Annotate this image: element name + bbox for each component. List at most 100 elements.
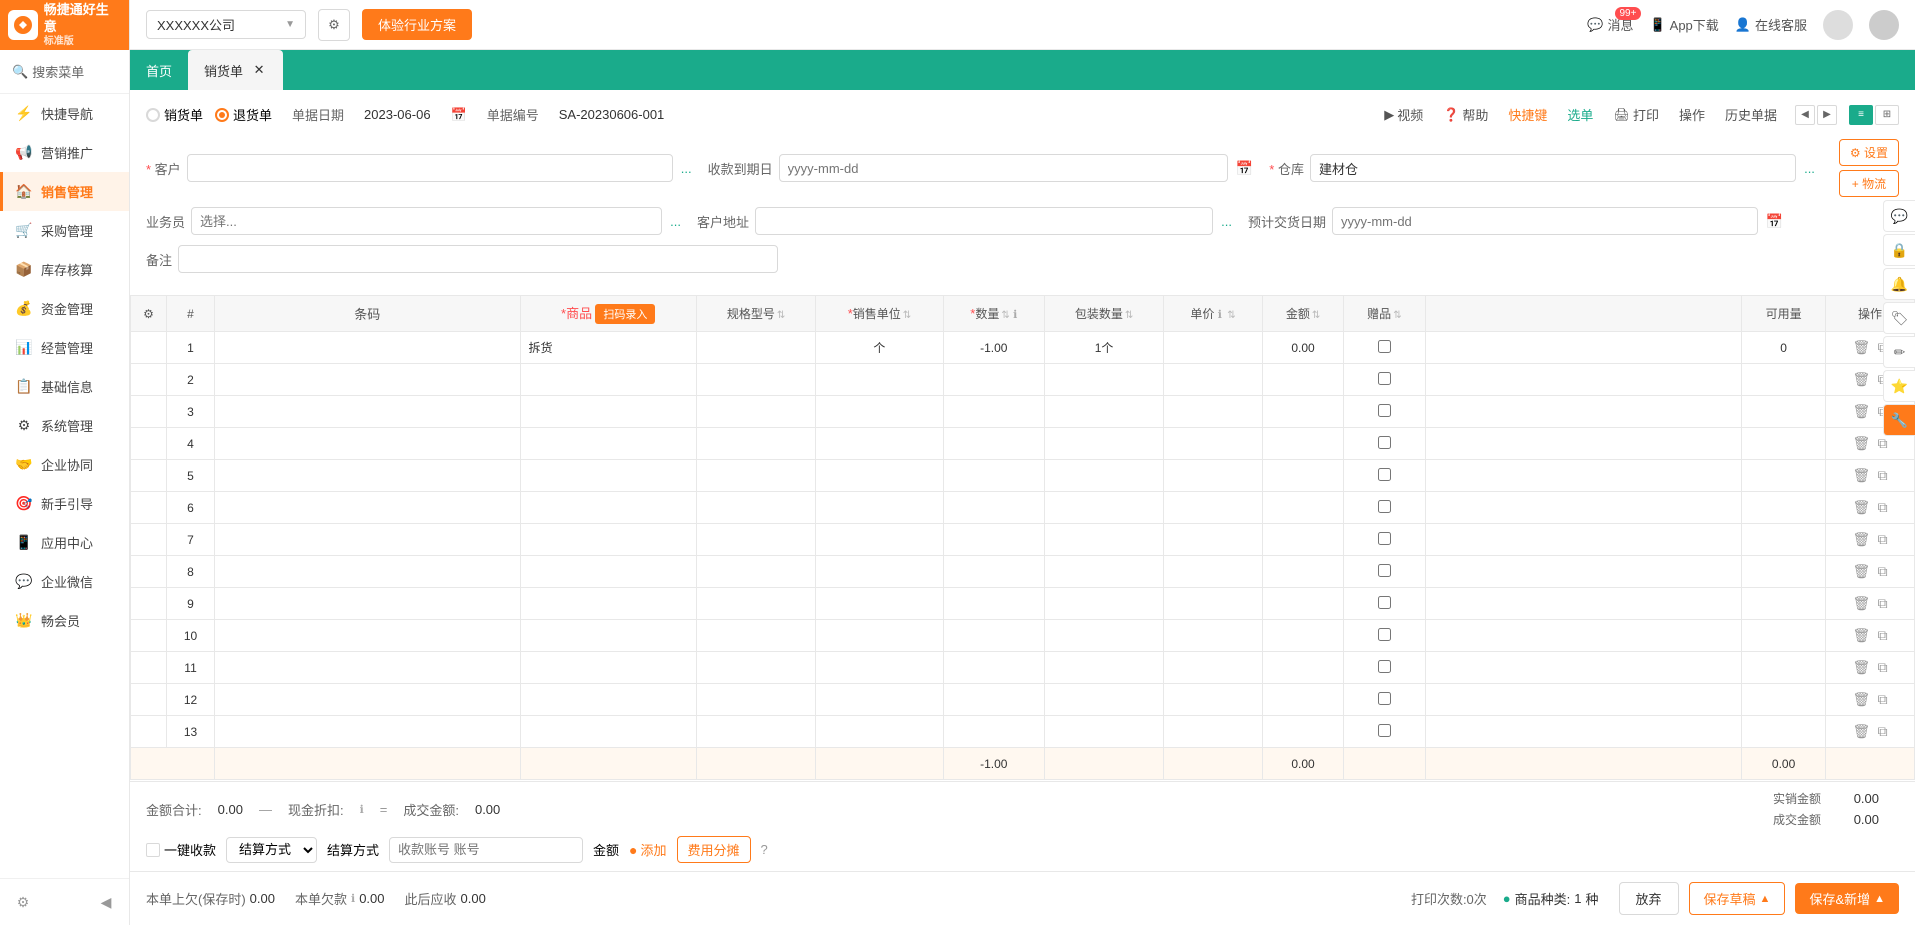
row-gift[interactable]	[1344, 460, 1425, 492]
customer-expand-icon[interactable]: ...	[681, 161, 692, 176]
sidebar-item-operations[interactable]: 📊 经营管理	[0, 328, 129, 367]
cal-icon1[interactable]: 📅	[451, 107, 467, 123]
row-spec[interactable]	[696, 524, 815, 556]
row-delete-btn[interactable]: 🗑	[1852, 659, 1870, 675]
row-copy-btn[interactable]: ⧉	[1878, 531, 1888, 547]
row-barcode[interactable]	[215, 524, 521, 556]
one-click-payment[interactable]: 一键收款	[146, 840, 216, 859]
sidebar-item-guide[interactable]: 🎯 新手引导	[0, 484, 129, 523]
operations-btn[interactable]: 操作	[1673, 102, 1711, 127]
float-btn-star[interactable]: ⭐	[1883, 370, 1915, 402]
print-btn[interactable]: 🖨 打印	[1607, 102, 1665, 127]
row-gift[interactable]	[1344, 716, 1425, 748]
abandon-button[interactable]: 放弃	[1619, 882, 1679, 915]
row-gift[interactable]	[1344, 492, 1425, 524]
app-download-btn[interactable]: 📱 App下载	[1649, 15, 1718, 34]
list-view-btn[interactable]: ≡	[1849, 105, 1873, 125]
radio-return-order[interactable]: 退货单	[215, 105, 272, 124]
settings-btn[interactable]: ⚙	[318, 9, 350, 41]
row-qty[interactable]	[943, 428, 1044, 460]
row-spec[interactable]	[696, 460, 815, 492]
float-btn-notify[interactable]: 🔔	[1883, 268, 1915, 300]
warehouse-expand-icon[interactable]: ...	[1804, 161, 1815, 176]
row-barcode[interactable]	[215, 492, 521, 524]
row-copy-btn[interactable]: ⧉	[1878, 627, 1888, 643]
due-date-input[interactable]	[779, 154, 1228, 182]
payment-method-select[interactable]: 结算方式	[226, 837, 317, 863]
row-product[interactable]	[520, 460, 696, 492]
float-btn-edit[interactable]: ✏	[1883, 336, 1915, 368]
row-qty[interactable]	[943, 364, 1044, 396]
row-gift[interactable]	[1344, 332, 1425, 364]
help-btn[interactable]: ❓ 帮助	[1437, 102, 1494, 127]
row-gift[interactable]	[1344, 428, 1425, 460]
collapse-btn[interactable]: ◀	[91, 887, 121, 917]
row-product[interactable]: 拆货	[520, 332, 696, 364]
row-qty[interactable]	[943, 396, 1044, 428]
salesman-expand-icon[interactable]: ...	[670, 214, 681, 229]
row-barcode[interactable]	[215, 556, 521, 588]
row-product[interactable]	[520, 620, 696, 652]
sidebar-item-collab[interactable]: 🤝 企业协同	[0, 445, 129, 484]
row-delete-btn[interactable]: 🗑	[1852, 595, 1870, 611]
row-spec[interactable]	[696, 652, 815, 684]
account-input[interactable]	[389, 837, 583, 863]
user-avatar[interactable]	[1823, 10, 1853, 40]
row-gift[interactable]	[1344, 588, 1425, 620]
row-product[interactable]	[520, 428, 696, 460]
row-qty[interactable]	[943, 460, 1044, 492]
row-qty[interactable]	[943, 556, 1044, 588]
row-spec[interactable]	[696, 428, 815, 460]
row-product[interactable]	[520, 684, 696, 716]
row-gift[interactable]	[1344, 620, 1425, 652]
row-gift[interactable]	[1344, 684, 1425, 716]
row-spec[interactable]	[696, 588, 815, 620]
sidebar-item-member[interactable]: 👑 畅会员	[0, 601, 129, 640]
sidebar-item-system[interactable]: ⚙ 系统管理	[0, 406, 129, 445]
shortcut-btn[interactable]: 快捷键	[1502, 102, 1553, 127]
row-delete-btn[interactable]: 🗑	[1852, 435, 1870, 451]
logistics-btn[interactable]: + 物流	[1839, 170, 1899, 197]
sidebar-item-purchase[interactable]: 🛒 采购管理	[0, 211, 129, 250]
float-btn-tag[interactable]: 🏷	[1883, 302, 1915, 334]
row-spec[interactable]	[696, 620, 815, 652]
row-copy-btn[interactable]: ⧉	[1878, 691, 1888, 707]
scan-btn[interactable]: 扫码录入	[595, 304, 655, 324]
add-payment-btn[interactable]: ● 添加	[629, 840, 666, 859]
row-copy-btn[interactable]: ⧉	[1878, 659, 1888, 675]
row-barcode[interactable]	[215, 396, 521, 428]
fee-split-btn[interactable]: 费用分摊	[677, 836, 751, 863]
row-barcode[interactable]	[215, 684, 521, 716]
row-barcode[interactable]	[215, 460, 521, 492]
row-product[interactable]	[520, 364, 696, 396]
sidebar-item-inventory[interactable]: 📦 库存核算	[0, 250, 129, 289]
salesman-input[interactable]	[191, 207, 662, 235]
row-barcode[interactable]	[215, 652, 521, 684]
row-delete-btn[interactable]: 🗑	[1852, 371, 1870, 387]
user-avatar2[interactable]	[1869, 10, 1899, 40]
row-gift[interactable]	[1344, 556, 1425, 588]
notes-input[interactable]	[178, 245, 778, 273]
float-btn-chat[interactable]: 💬	[1883, 200, 1915, 232]
row-barcode[interactable]	[215, 332, 521, 364]
one-click-checkbox[interactable]	[146, 843, 160, 857]
sidebar-search[interactable]: 🔍 搜索菜单	[0, 50, 129, 94]
sidebar-item-quicknav[interactable]: ⚡ 快捷导航	[0, 94, 129, 133]
sidebar-item-finance[interactable]: 💰 资金管理	[0, 289, 129, 328]
row-gift[interactable]	[1344, 652, 1425, 684]
radio-sales-order[interactable]: 销货单	[146, 105, 203, 124]
row-spec[interactable]	[696, 716, 815, 748]
row-gift[interactable]	[1344, 364, 1425, 396]
row-product[interactable]	[520, 716, 696, 748]
row-copy-btn[interactable]: ⧉	[1878, 723, 1888, 739]
row-barcode[interactable]	[215, 428, 521, 460]
video-btn[interactable]: ▶ 视频	[1378, 102, 1429, 127]
sidebar-item-wechat[interactable]: 💬 企业微信	[0, 562, 129, 601]
company-selector[interactable]: XXXXXX公司 ▼	[146, 10, 306, 39]
row-delete-btn[interactable]: 🗑	[1852, 627, 1870, 643]
sidebar-item-marketing[interactable]: 📢 营销推广	[0, 133, 129, 172]
sidebar-item-apps[interactable]: 📱 应用中心	[0, 523, 129, 562]
cal-icon3[interactable]: 📅	[1766, 213, 1783, 230]
row-gift[interactable]	[1344, 524, 1425, 556]
sidebar-item-sales[interactable]: 🏠 销售管理	[0, 172, 129, 211]
